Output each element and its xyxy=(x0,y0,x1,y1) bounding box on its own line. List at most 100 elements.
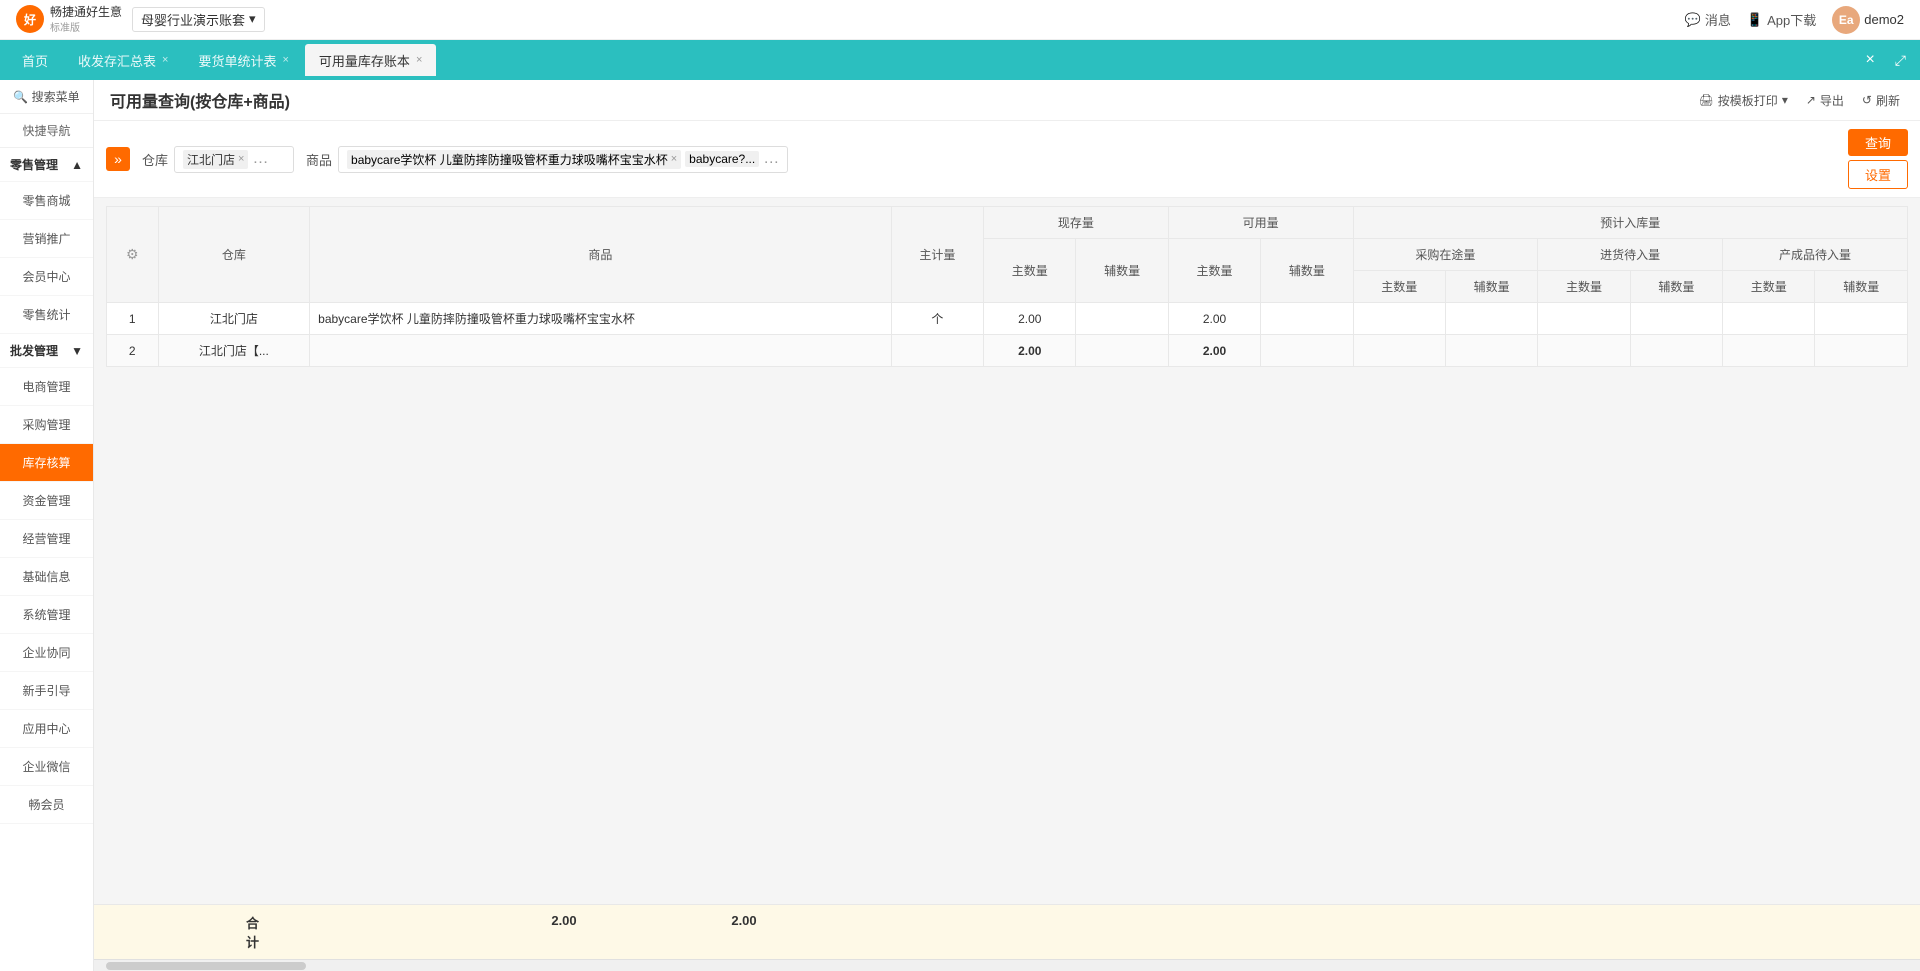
cell-available-main-1: 2.00 xyxy=(1168,335,1260,367)
tab-receive-send[interactable]: 收发存汇总表 × xyxy=(64,44,182,76)
sidebar-item-marketing[interactable]: 营销推广 xyxy=(0,220,93,258)
sidebar-marketing-label: 营销推广 xyxy=(22,230,70,247)
table-row: 2 江北门店【... 2.00 2.00 xyxy=(107,335,1908,367)
horizontal-scrollbar[interactable] xyxy=(106,962,306,970)
message-button[interactable]: 💬 消息 xyxy=(1685,10,1731,29)
sidebar-item-retail-stats[interactable]: 零售统计 xyxy=(0,296,93,334)
sidebar-ecommerce-label: 电商管理 xyxy=(22,378,70,395)
cell-warehouse-1: 江北门店【... xyxy=(158,335,310,367)
message-icon: 💬 xyxy=(1685,12,1701,28)
tab-order-stats[interactable]: 要货单统计表 × xyxy=(184,44,302,76)
logo-icon: 好 xyxy=(16,5,44,33)
th-available-main: 主数量 xyxy=(1168,239,1260,303)
tab-order-stats-label: 要货单统计表 xyxy=(198,51,276,70)
sidebar-item-basic-info[interactable]: 基础信息 xyxy=(0,558,93,596)
cell-product-1 xyxy=(310,335,892,367)
cell-warehouse-0: 江北门店 xyxy=(158,303,310,335)
sidebar-item-enterprise[interactable]: 企业协同 xyxy=(0,634,93,672)
search-icon: 🔍 xyxy=(13,90,28,104)
filter-expand-button[interactable]: » xyxy=(106,147,130,171)
tab-receive-send-close[interactable]: × xyxy=(162,54,168,66)
sidebar-system-label: 系统管理 xyxy=(22,606,70,623)
cell-incoming-pending-aux-0 xyxy=(1630,303,1722,335)
cell-current-aux-0 xyxy=(1076,303,1168,335)
tab-home[interactable]: 首页 xyxy=(8,44,62,76)
footer-available-main: 2.00 xyxy=(694,913,794,951)
product-tag: babycare学饮杯 儿童防摔防撞吸管杯重力球吸嘴杯宝宝水杯 × xyxy=(347,150,681,169)
cell-finished-aux-0 xyxy=(1815,303,1908,335)
th-incoming-pending-aux: 辅数量 xyxy=(1630,271,1722,303)
warehouse-tag: 江北门店 × xyxy=(183,150,248,169)
product-filter-input[interactable]: babycare学饮杯 儿童防摔防撞吸管杯重力球吸嘴杯宝宝水杯 × babyca… xyxy=(338,146,788,173)
sidebar-item-retail-mall[interactable]: 零售商城 xyxy=(0,182,93,220)
footer-bar: 合计 2.00 2.00 xyxy=(94,904,1920,959)
message-label: 消息 xyxy=(1705,10,1731,29)
industry-label: 母婴行业演示账套 xyxy=(141,10,245,29)
th-current-aux: 辅数量 xyxy=(1076,239,1168,303)
cell-index-0: 1 xyxy=(107,303,159,335)
print-button[interactable]: 🖨 按模板打印 ▾ xyxy=(1695,90,1792,111)
sidebar-item-operations[interactable]: 经营管理 xyxy=(0,520,93,558)
product-more-dots[interactable]: … xyxy=(763,150,779,168)
sidebar-item-finance[interactable]: 资金管理 xyxy=(0,482,93,520)
cell-available-aux-0 xyxy=(1261,303,1353,335)
sidebar-member-label: 畅会员 xyxy=(28,796,64,813)
sidebar-wholesale-mgmt-label: 批发管理 xyxy=(10,342,58,359)
cell-product-0: babycare学饮杯 儿童防摔防撞吸管杯重力球吸嘴杯宝宝水杯 xyxy=(310,303,892,335)
warehouse-tag-close[interactable]: × xyxy=(238,153,244,165)
warehouse-filter-input[interactable]: 江北门店 × … xyxy=(174,146,294,173)
nav-expand-button[interactable]: ⤢ xyxy=(1889,50,1912,71)
tab-order-stats-close[interactable]: × xyxy=(282,54,288,66)
export-icon: ↗ xyxy=(1806,93,1816,107)
product-tag-text: babycare学饮杯 儿童防摔防撞吸管杯重力球吸嘴杯宝宝水杯 xyxy=(351,151,668,168)
sidebar-item-retail-mgmt[interactable]: 零售管理 ▲ xyxy=(0,148,93,182)
tab-available-stock[interactable]: 可用量库存账本 × xyxy=(305,44,436,76)
tab-available-stock-close[interactable]: × xyxy=(416,54,422,66)
sidebar-item-system[interactable]: 系统管理 xyxy=(0,596,93,634)
sidebar-item-app-center[interactable]: 应用中心 xyxy=(0,710,93,748)
settings-button[interactable]: 设置 xyxy=(1848,160,1908,189)
chevron-down-icon: ▾ xyxy=(249,11,256,27)
sidebar-inventory-label: 库存核算 xyxy=(22,454,70,471)
sidebar-item-wholesale-mgmt[interactable]: 批发管理 ▼ xyxy=(0,334,93,368)
sidebar-item-enterprise-wx[interactable]: 企业微信 xyxy=(0,748,93,786)
warehouse-more-dots[interactable]: … xyxy=(252,150,268,168)
tab-available-stock-label: 可用量库存账本 xyxy=(319,51,410,70)
sidebar-item-newbie[interactable]: 新手引导 xyxy=(0,672,93,710)
table-container: ⚙ 仓库 商品 主计量 现存量 可用量 预计入库量 主数量 辅数量 主数量 辅数… xyxy=(94,198,1920,904)
sidebar-item-ecommerce[interactable]: 电商管理 xyxy=(0,368,93,406)
filter-bar: » 仓库 江北门店 × … 商品 babycare学饮杯 儿童防摔防撞吸管杯重力… xyxy=(94,121,1920,198)
product-tag-close[interactable]: × xyxy=(671,153,677,165)
table-settings-icon[interactable]: ⚙ xyxy=(126,246,139,262)
refresh-button[interactable]: ↺ 刷新 xyxy=(1858,90,1904,111)
sidebar-item-member[interactable]: 畅会员 xyxy=(0,786,93,824)
page-title: 可用量查询(按仓库+商品) xyxy=(110,88,290,112)
cell-current-aux-1 xyxy=(1076,335,1168,367)
export-button[interactable]: ↗ 导出 xyxy=(1802,90,1848,111)
sidebar-search[interactable]: 🔍 搜索菜单 xyxy=(0,80,93,114)
print-dropdown-icon: ▾ xyxy=(1782,93,1788,107)
cell-unit-1 xyxy=(891,335,983,367)
industry-selector[interactable]: 母婴行业演示账套 ▾ xyxy=(132,7,265,32)
cell-incoming-pending-main-0 xyxy=(1538,303,1630,335)
app-icon: 📱 xyxy=(1747,12,1763,28)
logo-text-area: 畅捷通好生意 标准版 xyxy=(50,5,122,34)
sidebar-item-member-center[interactable]: 会员中心 xyxy=(0,258,93,296)
nav-close-all-button[interactable]: × xyxy=(1859,49,1880,71)
cell-available-main-0: 2.00 xyxy=(1168,303,1260,335)
sidebar-finance-label: 资金管理 xyxy=(22,492,70,509)
sidebar-item-purchase[interactable]: 采购管理 xyxy=(0,406,93,444)
sidebar-quick-nav[interactable]: 快捷导航 xyxy=(0,114,93,148)
th-available-aux: 辅数量 xyxy=(1261,239,1353,303)
sidebar-item-inventory[interactable]: 库存核算 xyxy=(0,444,93,482)
sidebar-quick-nav-label: 快捷导航 xyxy=(22,124,70,138)
th-settings[interactable]: ⚙ xyxy=(107,207,159,303)
tab-home-label: 首页 xyxy=(22,51,48,70)
footer-total: 合计 2.00 2.00 xyxy=(106,913,1908,951)
user-area[interactable]: Ea demo2 xyxy=(1832,6,1904,34)
app-download-button[interactable]: 📱 App下载 xyxy=(1747,10,1816,29)
refresh-label: 刷新 xyxy=(1876,92,1900,109)
query-button[interactable]: 查询 xyxy=(1848,129,1908,156)
sidebar-member-center-label: 会员中心 xyxy=(22,268,70,285)
action-buttons: 查询 设置 xyxy=(1848,129,1908,189)
